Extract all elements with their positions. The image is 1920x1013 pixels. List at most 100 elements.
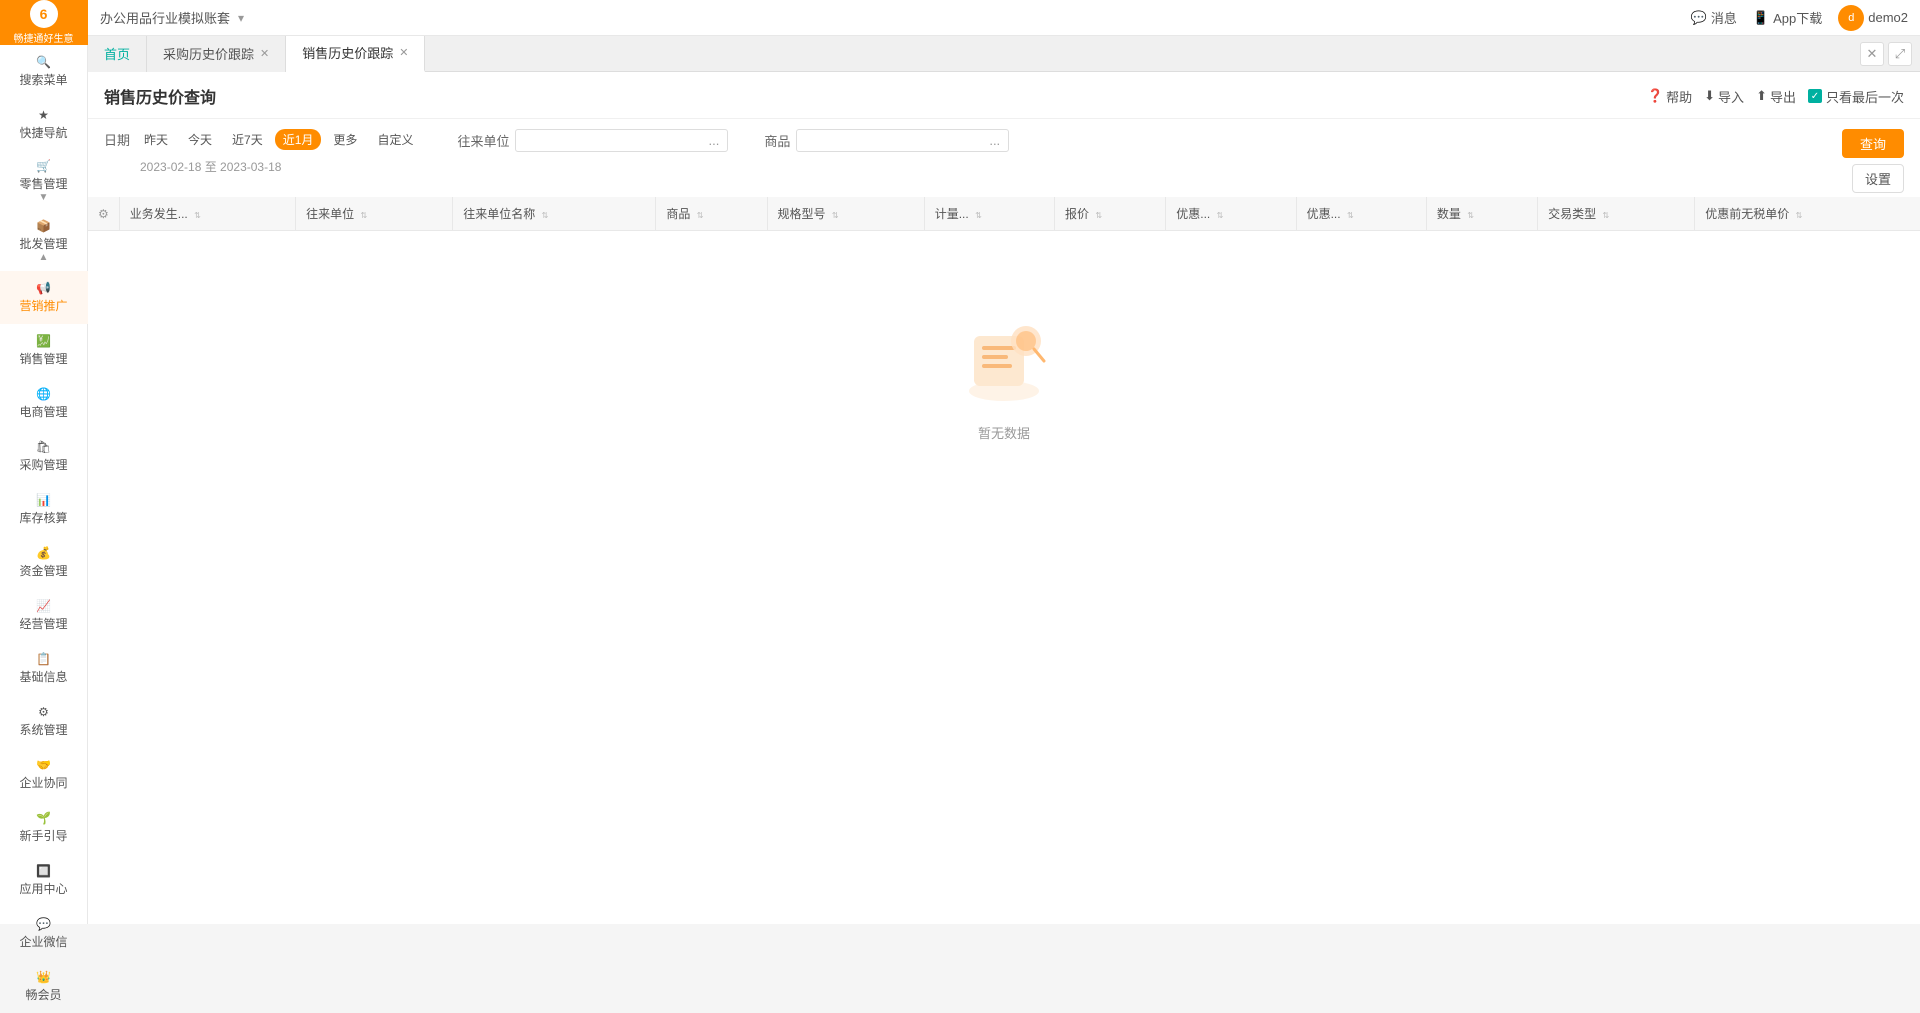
- query-button[interactable]: 查询: [1842, 129, 1904, 158]
- ecomm-icon: 🌐: [36, 387, 51, 401]
- data-table: ⚙ 业务发生... ⇅ 往来单位 ⇅ 往来单位名称 ⇅: [88, 197, 1920, 231]
- topbar-right: 💬 消息 📱 App下载 d demo2: [1691, 5, 1908, 31]
- settings-button[interactable]: 设置: [1852, 164, 1904, 193]
- date-btn-1month[interactable]: 近1月: [275, 129, 322, 150]
- app-center-icon: 🔲: [36, 864, 51, 878]
- sidebar-item-label: 营销推广: [19, 297, 67, 314]
- import-button[interactable]: ⬇ 导入: [1704, 87, 1744, 106]
- sort-icon-qty: ⇅: [1467, 211, 1474, 220]
- sidebar-item-label: 零售管理: [19, 175, 67, 192]
- sidebar-item-enterprise[interactable]: 🤝 企业协同: [0, 748, 88, 801]
- close-all-tabs-button[interactable]: ✕: [1860, 42, 1884, 66]
- sort-icon-unit: ⇅: [975, 211, 982, 220]
- th-partner-code[interactable]: 往来单位 ⇅: [296, 197, 453, 231]
- app-download-button[interactable]: 📱 App下载: [1753, 8, 1822, 27]
- partner-input[interactable]: [524, 133, 704, 148]
- sidebar-item-basic-info[interactable]: 📋 基础信息: [0, 642, 88, 695]
- date-btn-custom[interactable]: 自定义: [369, 129, 421, 150]
- empty-text: 暂无数据: [978, 423, 1030, 442]
- date-btn-7days[interactable]: 近7天: [224, 129, 271, 150]
- sidebar-item-label: 基础信息: [19, 668, 67, 685]
- th-biz-date[interactable]: 业务发生... ⇅: [119, 197, 295, 231]
- app-logo[interactable]: 6 畅捷通好生意: [0, 0, 88, 45]
- date-btn-more[interactable]: 更多: [325, 129, 365, 150]
- th-partner-name[interactable]: 往来单位名称 ⇅: [453, 197, 656, 231]
- tabbar: 首页 采购历史价跟踪 ✕ 销售历史价跟踪 ✕ ✕ ⤢: [88, 36, 1920, 72]
- th-qty[interactable]: 数量 ⇅: [1426, 197, 1537, 231]
- th-pre-tax-price[interactable]: 优惠前无税单价 ⇅: [1695, 197, 1920, 231]
- date-btn-today[interactable]: 今天: [180, 129, 220, 150]
- th-unit[interactable]: 计量... ⇅: [924, 197, 1054, 231]
- logo-icon: 6: [30, 0, 58, 28]
- sidebar-item-wholesale-mgmt[interactable]: 📦 批发管理 ▲: [0, 211, 88, 271]
- th-spec[interactable]: 规格型号 ⇅: [767, 197, 924, 231]
- sales-history-tab-label: 销售历史价跟踪: [302, 43, 393, 62]
- filter-area: 日期 昨天 今天 近7天 近1月 更多 自定义 2023-02-18 至 202…: [88, 119, 1920, 197]
- tab-sales-history[interactable]: 销售历史价跟踪 ✕: [286, 36, 425, 72]
- finance-icon: 💰: [36, 546, 51, 560]
- logo-text: 畅捷通好生意: [14, 30, 74, 45]
- tab-purchase-history[interactable]: 采购历史价跟踪 ✕: [147, 36, 286, 72]
- page-area: 销售历史价查询 ❓ 帮助 ⬇ 导入 ⬆ 导出 只看最后一次: [88, 72, 1920, 924]
- th-trade-type[interactable]: 交易类型 ⇅: [1538, 197, 1695, 231]
- sidebar-item-marketing[interactable]: 📢 营销推广: [0, 271, 88, 324]
- inventory-icon: 📊: [36, 493, 51, 507]
- sidebar-item-label: 畅会员: [25, 986, 61, 1003]
- sidebar-item-corp-wechat[interactable]: 💬 企业微信: [0, 907, 88, 960]
- th-discount1[interactable]: 优惠... ⇅: [1166, 197, 1296, 231]
- close-tab-purchase-icon[interactable]: ✕: [260, 47, 269, 60]
- sales-mgmt-icon: 💹: [36, 334, 51, 348]
- purchase-icon: 🛍: [36, 440, 51, 454]
- user-profile-button[interactable]: d demo2: [1838, 5, 1908, 31]
- sidebar-item-finance[interactable]: 💰 资金管理: [0, 536, 88, 589]
- sidebar-item-label: 系统管理: [19, 721, 67, 738]
- corp-wechat-icon: 💬: [36, 917, 51, 931]
- partner-dots-button[interactable]: ...: [708, 133, 719, 148]
- sidebar-item-inventory[interactable]: 📊 库存核算: [0, 483, 88, 536]
- sort-icon-biz-date: ⇅: [194, 211, 201, 220]
- home-tab-label: 首页: [104, 44, 130, 63]
- sort-icon-partner-code: ⇅: [360, 211, 367, 220]
- empty-illustration: [954, 311, 1054, 411]
- message-label: 消息: [1711, 8, 1737, 27]
- sidebar-item-newbie[interactable]: 🌱 新手引导: [0, 801, 88, 854]
- goods-input-wrap: ...: [796, 129, 1009, 152]
- sidebar-item-sys-settings[interactable]: ⚙ 系统管理: [0, 695, 88, 748]
- sidebar-item-quick-nav[interactable]: ★ 快捷导航: [0, 98, 88, 151]
- sidebar-item-label: 快捷导航: [19, 124, 67, 141]
- table-gear-header[interactable]: ⚙: [88, 197, 119, 231]
- sort-icon-partner-name: ⇅: [542, 211, 549, 220]
- filter-action-buttons: 查询 设置: [1842, 129, 1904, 193]
- th-goods[interactable]: 商品 ⇅: [656, 197, 767, 231]
- sidebar-item-search-menu[interactable]: 🔍 搜索菜单: [0, 45, 88, 98]
- page-title: 销售历史价查询: [104, 84, 216, 108]
- topbar-dropdown-icon[interactable]: ▾: [238, 11, 244, 25]
- th-discount2[interactable]: 优惠... ⇅: [1296, 197, 1426, 231]
- tab-home[interactable]: 首页: [88, 36, 147, 72]
- sidebar-item-app-center[interactable]: 🔲 应用中心: [0, 854, 88, 907]
- only-last-checkbox[interactable]: 只看最后一次: [1808, 87, 1904, 106]
- sidebar-item-operations[interactable]: 📈 经营管理: [0, 589, 88, 642]
- import-icon: ⬇: [1704, 88, 1715, 104]
- sidebar-item-sales-mgmt[interactable]: 💹 销售管理: [0, 324, 88, 377]
- filter-goods-group: 商品 ...: [764, 129, 1009, 152]
- newbie-icon: 🌱: [36, 811, 51, 825]
- help-button[interactable]: ❓ 帮助: [1647, 87, 1692, 106]
- marketing-icon: 📢: [36, 281, 51, 295]
- goods-dots-button[interactable]: ...: [989, 133, 1000, 148]
- sidebar-item-purchase-mgmt[interactable]: 🛍 采购管理: [0, 430, 88, 483]
- app-download-label: App下载: [1773, 8, 1822, 27]
- sidebar-item-retail-mgmt[interactable]: 🛒 零售管理 ▼: [0, 151, 88, 211]
- export-button[interactable]: ⬆ 导出: [1756, 87, 1796, 106]
- maximize-button[interactable]: ⤢: [1888, 42, 1912, 66]
- close-tab-sales-icon[interactable]: ✕: [399, 46, 408, 59]
- date-btn-yesterday[interactable]: 昨天: [136, 129, 176, 150]
- wholesale-mgmt-icon: 📦: [36, 219, 51, 233]
- sidebar-item-vip[interactable]: 👑 畅会员: [0, 960, 88, 1013]
- message-button[interactable]: 💬 消息: [1691, 8, 1737, 27]
- app-download-icon: 📱: [1753, 10, 1769, 26]
- th-price[interactable]: 报价 ⇅: [1055, 197, 1166, 231]
- table-header-row: ⚙ 业务发生... ⇅ 往来单位 ⇅ 往来单位名称 ⇅: [88, 197, 1920, 231]
- goods-input[interactable]: [805, 133, 985, 148]
- sidebar-item-ecomm-mgmt[interactable]: 🌐 电商管理: [0, 377, 88, 430]
